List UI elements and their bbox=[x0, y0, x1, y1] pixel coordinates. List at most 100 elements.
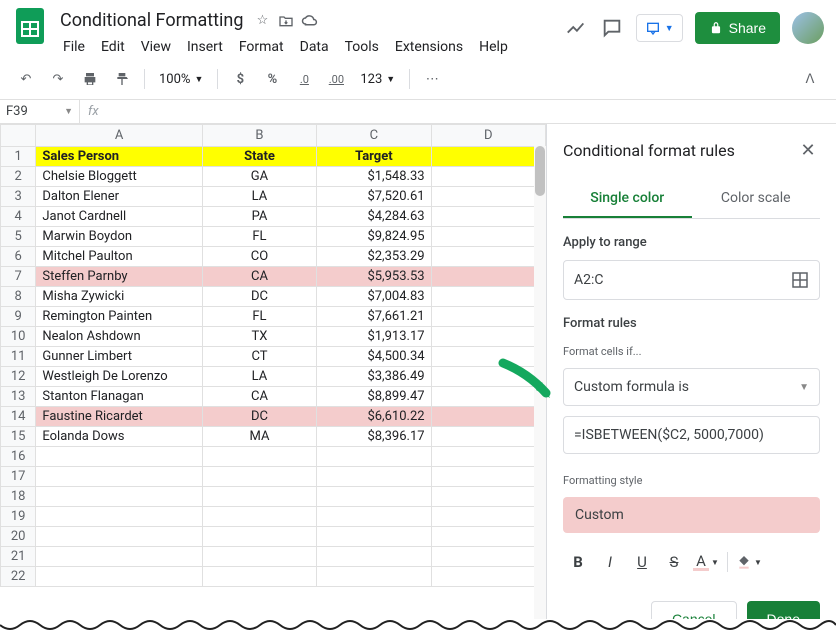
cell[interactable] bbox=[36, 567, 202, 587]
more-formats-dropdown[interactable]: 123▼ bbox=[354, 72, 401, 87]
cell[interactable]: $1,913.17 bbox=[317, 327, 431, 347]
cell[interactable]: CA bbox=[202, 387, 316, 407]
select-range-icon[interactable] bbox=[791, 271, 809, 289]
cell[interactable]: CO bbox=[202, 247, 316, 267]
row-header[interactable]: 16 bbox=[1, 447, 36, 467]
cell[interactable]: $5,953.53 bbox=[317, 267, 431, 287]
cell[interactable]: MA bbox=[202, 427, 316, 447]
cell[interactable]: LA bbox=[202, 367, 316, 387]
increase-decimal-button[interactable]: .00 bbox=[322, 65, 350, 93]
cell[interactable] bbox=[36, 527, 202, 547]
cell[interactable]: $6,610.22 bbox=[317, 407, 431, 427]
row-header[interactable]: 12 bbox=[1, 367, 36, 387]
cell[interactable] bbox=[202, 447, 316, 467]
comments-icon[interactable] bbox=[600, 16, 624, 40]
italic-button[interactable]: I bbox=[595, 547, 625, 577]
share-button[interactable]: Share bbox=[695, 12, 780, 44]
cell[interactable] bbox=[36, 507, 202, 527]
cell[interactable] bbox=[202, 507, 316, 527]
cell[interactable]: FL bbox=[202, 227, 316, 247]
cell[interactable]: Remington Painten bbox=[36, 307, 202, 327]
cell[interactable] bbox=[431, 227, 545, 247]
row-header[interactable]: 1 bbox=[1, 147, 36, 167]
cell[interactable] bbox=[317, 567, 431, 587]
row-header[interactable]: 7 bbox=[1, 267, 36, 287]
cell[interactable]: Faustine Ricardet bbox=[36, 407, 202, 427]
menu-extensions[interactable]: Extensions bbox=[388, 35, 470, 59]
cell[interactable]: $7,004.83 bbox=[317, 287, 431, 307]
cell[interactable] bbox=[36, 467, 202, 487]
range-input[interactable]: A2:C bbox=[563, 260, 820, 300]
cell[interactable]: Westleigh De Lorenzo bbox=[36, 367, 202, 387]
cell[interactable]: Janot Cardnell bbox=[36, 207, 202, 227]
cell[interactable] bbox=[202, 567, 316, 587]
cell[interactable] bbox=[431, 167, 545, 187]
row-header[interactable]: 22 bbox=[1, 567, 36, 587]
cell[interactable]: Marwin Boydon bbox=[36, 227, 202, 247]
row-header[interactable]: 17 bbox=[1, 467, 36, 487]
cell[interactable]: Target bbox=[317, 147, 431, 167]
cell[interactable]: FL bbox=[202, 307, 316, 327]
col-header-D[interactable]: D bbox=[431, 125, 545, 147]
decrease-decimal-button[interactable]: .0 bbox=[290, 65, 318, 93]
more-toolbar-button[interactable]: ⋯ bbox=[418, 65, 446, 93]
row-header[interactable]: 9 bbox=[1, 307, 36, 327]
cell[interactable] bbox=[431, 187, 545, 207]
cell[interactable] bbox=[317, 507, 431, 527]
cell[interactable] bbox=[317, 467, 431, 487]
present-button[interactable]: ▼ bbox=[636, 14, 683, 42]
row-header[interactable]: 18 bbox=[1, 487, 36, 507]
row-header[interactable]: 14 bbox=[1, 407, 36, 427]
cell[interactable] bbox=[431, 287, 545, 307]
cell[interactable] bbox=[431, 147, 545, 167]
tab-single-color[interactable]: Single color bbox=[563, 180, 692, 218]
cell[interactable] bbox=[431, 367, 545, 387]
cell[interactable]: CT bbox=[202, 347, 316, 367]
row-header[interactable]: 19 bbox=[1, 507, 36, 527]
document-title[interactable]: Conditional Formatting bbox=[56, 8, 247, 33]
rule-type-dropdown[interactable]: Custom formula is▼ bbox=[563, 368, 820, 406]
cell[interactable]: State bbox=[202, 147, 316, 167]
cell[interactable] bbox=[431, 407, 545, 427]
menu-file[interactable]: File bbox=[56, 35, 92, 59]
cell[interactable] bbox=[431, 207, 545, 227]
cell[interactable] bbox=[317, 547, 431, 567]
cell[interactable]: Chelsie Bloggett bbox=[36, 167, 202, 187]
zoom-dropdown[interactable]: 100%▼ bbox=[153, 72, 209, 87]
style-preview[interactable]: Custom bbox=[563, 497, 820, 533]
select-all-corner[interactable] bbox=[1, 125, 36, 147]
menu-format[interactable]: Format bbox=[232, 35, 291, 59]
account-avatar[interactable] bbox=[792, 12, 824, 44]
row-header[interactable]: 4 bbox=[1, 207, 36, 227]
cell[interactable]: $4,284.63 bbox=[317, 207, 431, 227]
cell[interactable]: PA bbox=[202, 207, 316, 227]
underline-button[interactable]: U bbox=[627, 547, 657, 577]
cell[interactable]: Dalton Elener bbox=[36, 187, 202, 207]
percent-button[interactable]: % bbox=[258, 65, 286, 93]
cell[interactable]: $8,396.17 bbox=[317, 427, 431, 447]
cell[interactable]: Gunner Limbert bbox=[36, 347, 202, 367]
cell[interactable]: Misha Zywicki bbox=[36, 287, 202, 307]
cell[interactable]: $9,824.95 bbox=[317, 227, 431, 247]
row-header[interactable]: 2 bbox=[1, 167, 36, 187]
cell[interactable] bbox=[431, 487, 545, 507]
cell[interactable] bbox=[431, 527, 545, 547]
cell[interactable]: Stanton Flanagan bbox=[36, 387, 202, 407]
cell[interactable] bbox=[317, 527, 431, 547]
fill-color-button[interactable]: ▼ bbox=[734, 547, 764, 577]
cell[interactable]: $1,548.33 bbox=[317, 167, 431, 187]
custom-formula-input[interactable] bbox=[563, 416, 820, 454]
currency-button[interactable]: $ bbox=[226, 65, 254, 93]
cell[interactable]: Nealon Ashdown bbox=[36, 327, 202, 347]
cell[interactable] bbox=[431, 547, 545, 567]
print-button[interactable] bbox=[76, 65, 104, 93]
cell[interactable]: Sales Person bbox=[36, 147, 202, 167]
menu-edit[interactable]: Edit bbox=[94, 35, 132, 59]
cell[interactable] bbox=[202, 527, 316, 547]
cell[interactable]: Steffen Parnby bbox=[36, 267, 202, 287]
cell[interactable] bbox=[431, 467, 545, 487]
row-header[interactable]: 8 bbox=[1, 287, 36, 307]
scrollbar-thumb[interactable] bbox=[535, 146, 545, 196]
row-header[interactable]: 5 bbox=[1, 227, 36, 247]
menu-insert[interactable]: Insert bbox=[180, 35, 230, 59]
